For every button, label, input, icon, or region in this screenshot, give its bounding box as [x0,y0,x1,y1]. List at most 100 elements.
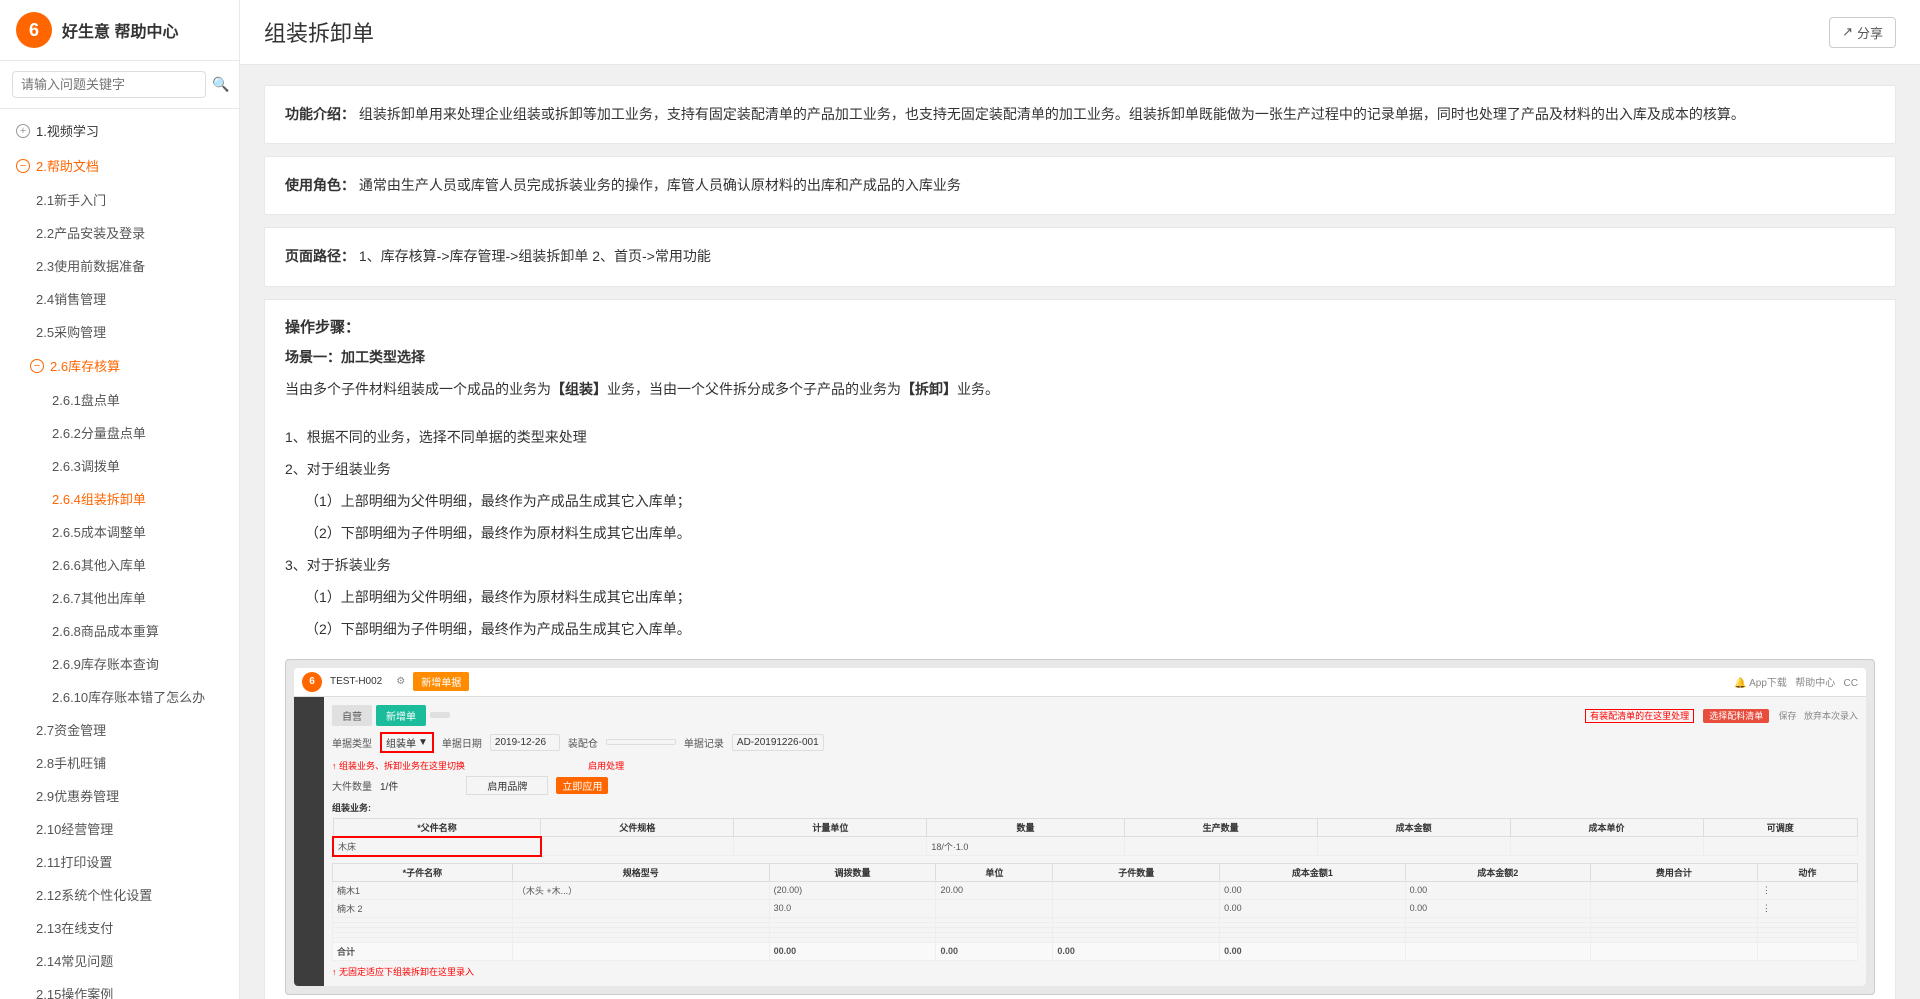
mock-type-selector: 组装单 ▼ [380,732,434,753]
page-title: 组装拆卸单 [264,16,374,48]
step3-text: 3、对于拆装业务 [285,551,1875,579]
mock-tabs: 自营 新增单 有装配清单的在这里处理 选择配料清单 保存 放弃本次录入 [332,705,1858,726]
table-row: 楠木 2 30.0 0.00 0.00 [333,899,1858,917]
mock-apply-btn: 立即应用 [556,777,608,794]
plus-icon: + [16,124,30,138]
scene1-title: 场景一：加工类型选择 [285,347,1875,367]
sidebar-item-268[interactable]: 2.6.8商品成本重算 [0,614,239,647]
logo-icon: 6 [16,12,52,48]
sidebar-item-263[interactable]: 2.6.3调拨单 [0,449,239,482]
sidebar-item-22[interactable]: 2.2产品安装及登录 [0,216,239,249]
annotation-label4: ↑ 无固定适应下组装拆卸在这里录入 [332,967,474,977]
role-text: 通常由生产人员或库管人员完成拆装业务的操作，库管人员确认原材料的出库和产成品的入… [359,177,961,193]
search-box: 🔍 [0,61,239,109]
path-label: 页面路径： [285,248,355,264]
sidebar-item-213[interactable]: 2.13在线支付 [0,911,239,944]
mock-tab-new: 新增单 [376,705,426,726]
step3a-text: （1）上部明细为父件明细，最终作为原材料生成其它出库单； [285,583,1875,611]
annotation-btn1: 选择配料清单 [1703,709,1769,723]
sidebar-item-267[interactable]: 2.6.7其他出库单 [0,581,239,614]
sidebar-item-21[interactable]: 2.1新手入门 [0,183,239,216]
mock-enable-input: 启用品牌 [466,776,548,795]
screenshot-container: 6 TEST-H002 ⚙ 新增单据 🔔 App下载 帮助中心 CC [285,659,1875,995]
sidebar-item-23[interactable]: 2.3使用前数据准备 [0,249,239,282]
scene1-desc: 当由多个子件材料组装成一个成品的业务为【组装】业务，当由一个父件拆分成多个子产品… [285,375,1875,403]
sidebar-item-videos[interactable]: + 1.视频学习 [0,113,239,148]
nav-section: + 1.视频学习 − 2.帮助文档 2.1新手入门 2.2产品安装及登录 2.3… [0,109,239,999]
role-label: 使用角色： [285,177,355,193]
steps-content: 1、根据不同的业务，选择不同单据的类型来处理 2、对于组装业务 （1）上部明细为… [285,423,1875,643]
mock-new-btn: 新增单据 [413,672,469,691]
sidebar-item-26[interactable]: − 2.6库存核算 [0,348,239,383]
sidebar-item-212[interactable]: 2.12系统个性化设置 [0,878,239,911]
mock-company: TEST-H002 [330,676,382,687]
minus-icon-26: − [30,359,44,373]
step3b-text: （2）下部明细为子件明细，最终作为产成品生成其它入库单。 [285,615,1875,643]
sidebar-item-264[interactable]: 2.6.4组装拆卸单 [0,482,239,515]
mock-top-table: *父件名称 父件规格 计量单位 数量 生产数量 成本金额 成本单价 可调度 [332,818,1858,857]
sidebar-item-docs[interactable]: − 2.帮助文档 [0,148,239,183]
path-text: 1、库存核算->库存管理->组装拆卸单 2、首页->常用功能 [359,248,711,264]
annotation-label1: 有装配清单的在这里处理 [1585,709,1694,723]
mock-topbar: 6 TEST-H002 ⚙ 新增单据 🔔 App下载 帮助中心 CC [294,668,1866,697]
path-card: 页面路径： 1、库存核算->库存管理->组装拆卸单 2、首页->常用功能 [264,227,1896,286]
sidebar-item-27[interactable]: 2.7资金管理 [0,713,239,746]
sidebar-header: 6 好生意 帮助中心 [0,0,239,61]
mock-form-row2: 大件数量 1/件 启用品牌 立即应用 [332,776,1858,795]
annotation-row2: ↑ 组装业务、拆卸业务在这里切换 启用处理 [332,759,1858,772]
sidebar-item-2610[interactable]: 2.6.10库存账本错了怎么办 [0,680,239,713]
sidebar-item-214[interactable]: 2.14常见问题 [0,944,239,977]
intro-card: 功能介绍： 组装拆卸单用来处理企业组装或拆卸等加工业务，支持有固定装配清单的产品… [264,85,1896,144]
mock-order-no: AD-20191226-001 [732,734,824,751]
app-title: 好生意 帮助中心 [62,18,178,42]
mock-top-table-label: 组装业务: [332,801,1858,814]
sidebar: 6 好生意 帮助中心 🔍 + 1.视频学习 − 2.帮助文档 2.1新手入门 2… [0,0,240,999]
step2a-text: （1）上部明细为父件明细，最终作为产成品生成其它入库单； [285,487,1875,515]
sidebar-item-25[interactable]: 2.5采购管理 [0,315,239,348]
search-input[interactable] [12,71,206,98]
mock-bottom-section: *子件名称 规格型号 调拨数量 单位 子件数量 成本金额1 成本金额2 费用合计 [332,863,1858,961]
page-header: 组装拆卸单 ↗ 分享 [240,0,1920,65]
share-icon: ↗ [1842,24,1853,40]
sidebar-item-24[interactable]: 2.4销售管理 [0,282,239,315]
steps-title: 操作步骤： [285,316,1875,337]
intro-label: 功能介绍： [285,106,355,122]
sidebar-item-262[interactable]: 2.6.2分量盘点单 [0,416,239,449]
annotation-label3: 启用处理 [588,761,624,771]
steps-block: 操作步骤： 场景一：加工类型选择 当由多个子件材料组装成一个成品的业务为【组装】… [264,299,1896,999]
sidebar-item-28[interactable]: 2.8手机旺铺 [0,746,239,779]
sidebar-item-211[interactable]: 2.11打印设置 [0,845,239,878]
role-card: 使用角色： 通常由生产人员或库管人员完成拆装业务的操作，库管人员确认原材料的出库… [264,156,1896,215]
mock-date: 2019-12-26 [490,734,560,751]
mock-form-row1: 单据类型 组装单 ▼ 单据日期 2019-12-26 装配仓 单据记录 AD-2… [332,732,1858,753]
sidebar-item-215[interactable]: 2.15操作案例 [0,977,239,999]
main-content: 组装拆卸单 ↗ 分享 功能介绍： 组装拆卸单用来处理企业组装或拆卸等加工业务，支… [240,0,1920,999]
mock-tab-empty [430,712,450,718]
sidebar-item-266[interactable]: 2.6.6其他入库单 [0,548,239,581]
content-area: 功能介绍： 组装拆卸单用来处理企业组装或拆卸等加工业务，支持有固定装配清单的产品… [240,65,1920,999]
mock-top-row: 木床 18/个·1.0 [333,837,1858,856]
annotation-label2: ↑ 组装业务、拆卸业务在这里切换 [332,761,465,771]
step2-text: 2、对于组装业务 [285,455,1875,483]
sidebar-item-265[interactable]: 2.6.5成本调整单 [0,515,239,548]
mock-logo: 6 [302,672,322,692]
table-row: 楠木1 （木头 +木...） (20.00) 20.00 0.00 0.00 [333,881,1858,899]
sidebar-item-210[interactable]: 2.10经营管理 [0,812,239,845]
step1-text: 1、根据不同的业务，选择不同单据的类型来处理 [285,423,1875,451]
mock-content: 自营 新增单 有装配清单的在这里处理 选择配料清单 保存 放弃本次录入 [294,697,1866,986]
minus-icon: − [16,159,30,173]
sidebar-item-29[interactable]: 2.9优惠券管理 [0,779,239,812]
mock-ui-screenshot: 6 TEST-H002 ⚙ 新增单据 🔔 App下载 帮助中心 CC [294,668,1866,986]
sidebar-item-261[interactable]: 2.6.1盘点单 [0,383,239,416]
mock-bottom-table: *子件名称 规格型号 调拨数量 单位 子件数量 成本金额1 成本金额2 费用合计 [332,863,1858,961]
mock-bottom-total: 合计 00.00 0.00 0.00 0.00 [333,942,1858,960]
mock-main: 自营 新增单 有装配清单的在这里处理 选择配料清单 保存 放弃本次录入 [324,697,1866,986]
search-icon[interactable]: 🔍 [212,76,229,93]
mock-left-sidebar [294,697,324,986]
share-button[interactable]: ↗ 分享 [1829,17,1896,48]
mock-tab-self: 自营 [332,705,372,726]
step2b-text: （2）下部明细为子件明细，最终作为原材料生成其它出库单。 [285,519,1875,547]
sidebar-item-269[interactable]: 2.6.9库存账本查询 [0,647,239,680]
annotation-row3: ↑ 无固定适应下组装拆卸在这里录入 [332,965,1858,978]
intro-text: 组装拆卸单用来处理企业组装或拆卸等加工业务，支持有固定装配清单的产品加工业务，也… [359,106,1745,122]
